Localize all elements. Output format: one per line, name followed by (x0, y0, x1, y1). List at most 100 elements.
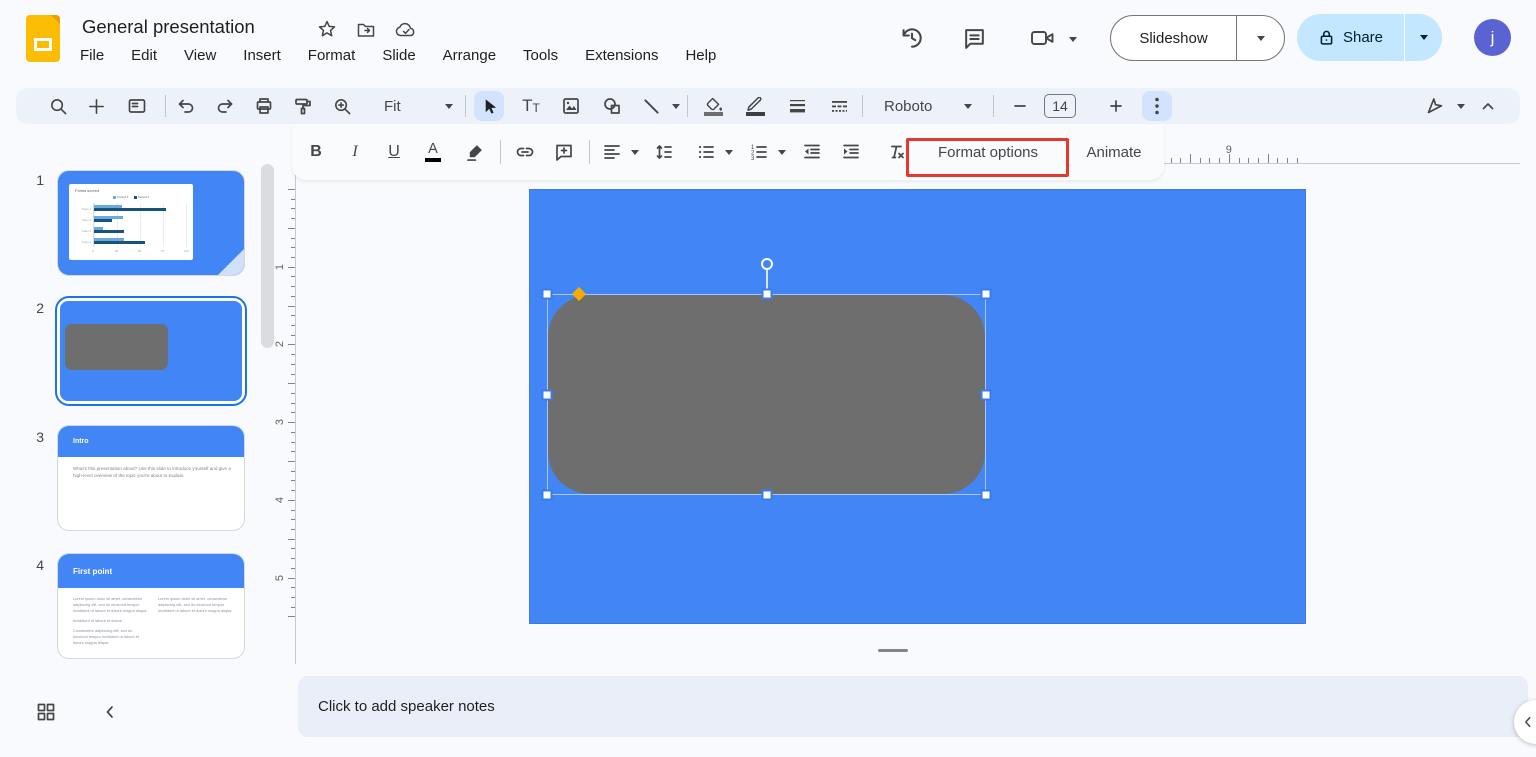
resize-handle-se[interactable] (980, 489, 992, 501)
share-dropdown[interactable] (1404, 14, 1442, 61)
border-weight-button[interactable] (782, 92, 812, 120)
ruler-tick (1209, 158, 1211, 163)
slideshow-button[interactable]: Slideshow (1111, 16, 1236, 60)
menu-insert[interactable]: Insert (237, 44, 287, 67)
menu-tools[interactable]: Tools (517, 44, 564, 67)
insert-shape-button[interactable] (598, 92, 626, 120)
line-dropdown-arrow[interactable] (668, 98, 684, 114)
collapse-toolbar-button[interactable] (1474, 92, 1502, 120)
search-menus-button[interactable] (44, 92, 72, 120)
slide-thumbnail-1[interactable]: Points scored Period 1 Period 2 0 25 50 75 100 T… (57, 170, 245, 276)
font-size-increase[interactable] (1102, 92, 1130, 120)
slide-3-body: What's this presentation about? Use this… (73, 466, 231, 479)
text-color-button[interactable]: A (419, 138, 447, 166)
laser-dropdown-arrow[interactable] (1453, 98, 1469, 114)
ruler-tick (291, 324, 295, 326)
bullet-list-button[interactable] (692, 138, 720, 166)
resize-handle-e[interactable] (980, 389, 992, 400)
bold-button[interactable]: B (302, 138, 330, 166)
border-dash-button[interactable] (824, 92, 854, 120)
menu-help[interactable]: Help (679, 44, 722, 67)
rotation-handle[interactable] (761, 258, 773, 270)
menu-file[interactable]: File (74, 44, 110, 67)
highlight-color-button[interactable] (460, 138, 488, 166)
notes-resize-handle[interactable] (878, 649, 908, 652)
cloud-status-icon[interactable] (393, 18, 419, 42)
align-button[interactable] (598, 138, 626, 166)
zoom-select[interactable]: Fit (368, 92, 478, 120)
insert-line-button[interactable] (637, 92, 665, 120)
bullet-list-dropdown-arrow[interactable] (722, 144, 736, 160)
menu-extensions[interactable]: Extensions (579, 44, 664, 67)
font-family-select[interactable]: Roboto (872, 92, 992, 120)
font-size-field[interactable]: 14 (1044, 94, 1076, 118)
zoom-button[interactable] (328, 92, 356, 120)
resize-handle-sw[interactable] (541, 489, 553, 501)
add-comment-button[interactable] (550, 138, 578, 166)
numbered-list-button[interactable]: 123 (745, 138, 773, 166)
animate-button[interactable]: Animate (1074, 135, 1154, 169)
numbered-list-dropdown-arrow[interactable] (775, 144, 789, 160)
insert-link-button[interactable] (511, 138, 539, 166)
slides-logo[interactable] (26, 15, 60, 62)
camera-dropdown-arrow[interactable] (1066, 33, 1080, 45)
laser-pointer-button[interactable] (1421, 92, 1449, 120)
slideshow-label: Slideshow (1139, 29, 1208, 47)
resize-handle-nw[interactable] (541, 288, 553, 300)
decrease-indent-button[interactable] (798, 138, 826, 166)
select-tool-button[interactable] (474, 91, 504, 121)
resize-handle-n[interactable] (761, 288, 772, 300)
paint-format-button[interactable] (289, 92, 317, 120)
align-dropdown-arrow[interactable] (628, 144, 642, 160)
vertical-ruler-line (295, 164, 296, 664)
ruler-tick (1180, 158, 1182, 163)
grid-view-button[interactable] (32, 698, 60, 726)
border-color-button[interactable] (740, 92, 770, 120)
underline-button[interactable]: U (380, 138, 408, 166)
present-camera-icon[interactable] (1028, 25, 1058, 51)
star-icon[interactable] (315, 17, 339, 41)
resize-handle-w[interactable] (541, 389, 553, 400)
ruler-tick (1287, 158, 1289, 163)
redo-button[interactable] (211, 92, 239, 120)
menu-format[interactable]: Format (302, 44, 362, 67)
slideshow-dropdown[interactable] (1236, 16, 1284, 60)
slide-thumbnail-3[interactable]: Intro What's this presentation about? Us… (57, 425, 245, 531)
comments-icon[interactable] (960, 24, 988, 52)
line-spacing-button[interactable] (650, 138, 678, 166)
slide-4-title: First point (73, 566, 113, 576)
ruler-tick (291, 256, 295, 258)
speaker-notes-panel[interactable]: Click to add speaker notes (298, 676, 1528, 737)
avatar[interactable]: j (1474, 19, 1511, 56)
print-button[interactable] (250, 92, 278, 120)
version-history-icon[interactable] (898, 24, 926, 52)
thumb-chart-legend-item: Period 1 (112, 195, 129, 199)
move-folder-icon[interactable] (354, 18, 378, 42)
text-box-button[interactable]: TT (516, 92, 546, 120)
resize-handle-ne[interactable] (980, 288, 992, 300)
thumb-chart-legend-item: Period 2 (133, 195, 149, 199)
menu-slide[interactable]: Slide (376, 44, 421, 67)
page-title[interactable]: General presentation (82, 16, 255, 38)
undo-button[interactable] (172, 92, 200, 120)
menu-view[interactable]: View (178, 44, 222, 67)
ruler-tick (291, 315, 295, 317)
new-slide-button[interactable] (82, 92, 110, 120)
more-options-button[interactable] (1142, 91, 1172, 121)
italic-button[interactable]: I (341, 138, 369, 166)
toolbar-divider-5 (993, 95, 994, 117)
menu-edit[interactable]: Edit (125, 44, 163, 67)
insert-image-button[interactable] (557, 92, 585, 120)
share-button[interactable]: Share (1297, 14, 1404, 61)
increase-indent-button[interactable] (837, 138, 865, 166)
slide-layout-button[interactable] (123, 92, 151, 120)
menu-arrange[interactable]: Arrange (437, 44, 502, 67)
resize-handle-s[interactable] (761, 489, 772, 501)
slide-thumbnail-2[interactable] (55, 296, 247, 406)
fill-color-button[interactable] (698, 92, 728, 120)
collapse-filmstrip-button[interactable] (96, 698, 124, 726)
menubar: File Edit View Insert Format Slide Arran… (74, 44, 722, 67)
slide-thumbnail-4[interactable]: First point Lorem ipsum dolor sit amet, … (57, 553, 245, 659)
font-size-decrease[interactable] (1006, 92, 1034, 120)
ruler-tick (291, 528, 295, 530)
